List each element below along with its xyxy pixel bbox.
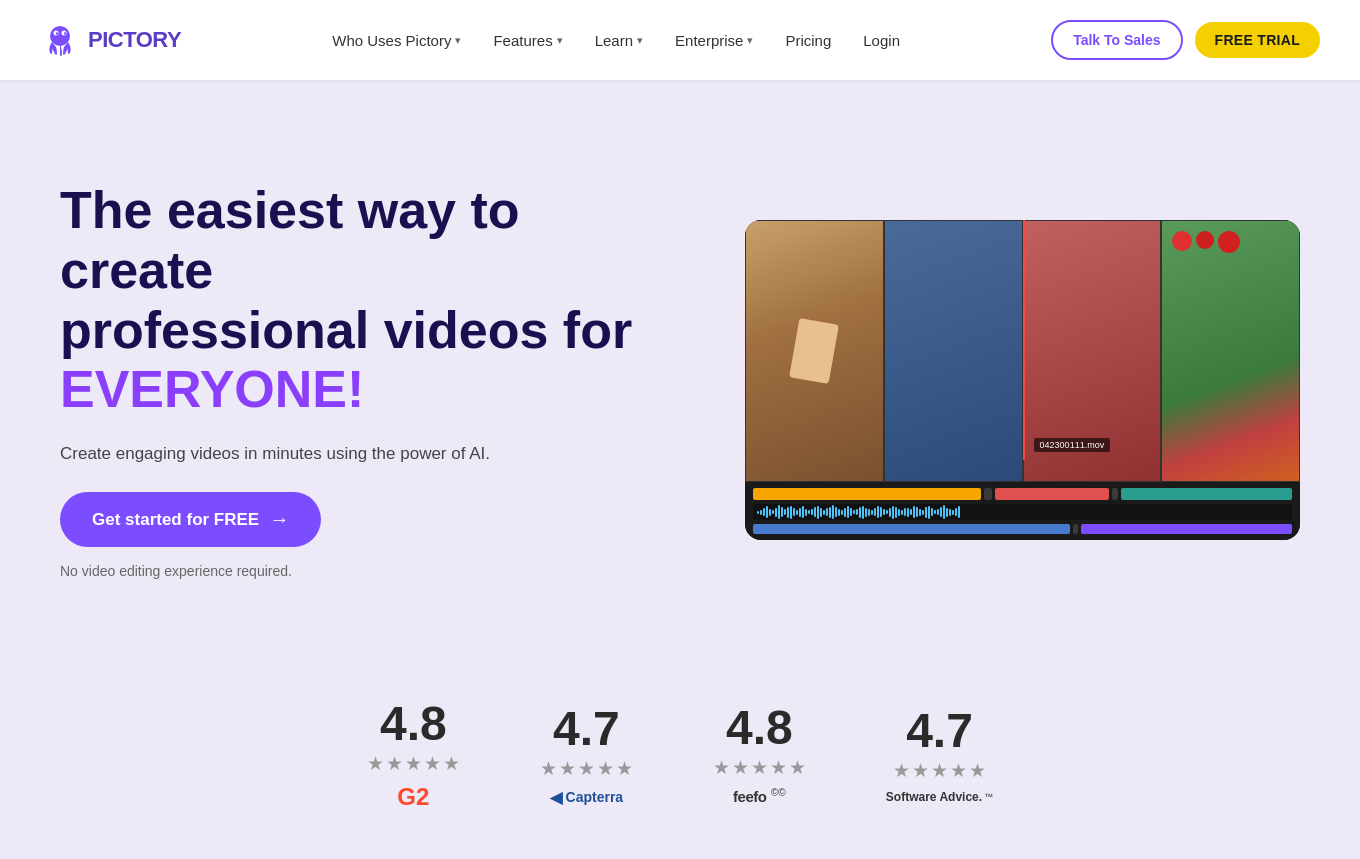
logo[interactable]: PICTORY	[40, 20, 181, 60]
svg-point-4	[64, 32, 66, 34]
svg-point-3	[56, 32, 58, 34]
nav-who-uses[interactable]: Who Uses Pictory ▾	[318, 24, 475, 57]
hero-title: The easiest way to create professional v…	[60, 181, 680, 420]
capterra-logo: ◀ Capterra	[550, 788, 624, 807]
ratings-section: 4.8 ★ ★ ★ ★ ★ G2 4.7 ★ ★ ★ ★ ★ ◀ Capterr…	[0, 660, 1360, 859]
hero-content: The easiest way to create professional v…	[60, 181, 680, 579]
video-editor-sim: // Generate waveform bars inline const b…	[745, 220, 1300, 540]
sa-stars: ★ ★ ★ ★ ★	[893, 759, 986, 782]
nav-learn[interactable]: Learn ▾	[581, 24, 657, 57]
feefo-logo: feefo ©©	[733, 787, 786, 806]
g2-stars: ★ ★ ★ ★ ★	[367, 752, 460, 775]
nav-actions: Talk To Sales FREE TRIAL	[1051, 20, 1320, 60]
capterra-score: 4.7	[553, 705, 620, 753]
rating-feefo: 4.8 ★ ★ ★ ★ ★ feefo ©©	[713, 704, 806, 806]
video-panel-1	[745, 220, 884, 482]
talk-to-sales-button[interactable]: Talk To Sales	[1051, 20, 1182, 60]
nav-pricing[interactable]: Pricing	[771, 24, 845, 57]
rating-software-advice: 4.7 ★ ★ ★ ★ ★ Software Advice. ™	[886, 707, 993, 804]
software-advice-logo: Software Advice. ™	[886, 790, 993, 804]
feefo-stars: ★ ★ ★ ★ ★	[713, 756, 806, 779]
video-panel-4	[1161, 220, 1300, 482]
g2-logo: G2	[397, 783, 429, 811]
logo-icon	[40, 20, 80, 60]
capterra-stars: ★ ★ ★ ★ ★	[540, 757, 633, 780]
nav-enterprise[interactable]: Enterprise ▾	[661, 24, 767, 57]
video-panel-2	[884, 220, 1023, 482]
hero-note: No video editing experience required.	[60, 563, 680, 579]
chevron-down-icon: ▾	[637, 34, 643, 47]
chevron-down-icon: ▾	[455, 34, 461, 47]
free-trial-button[interactable]: FREE TRIAL	[1195, 22, 1320, 58]
rating-capterra: 4.7 ★ ★ ★ ★ ★ ◀ Capterra	[540, 705, 633, 807]
feefo-score: 4.8	[726, 704, 793, 752]
navbar: PICTORY Who Uses Pictory ▾ Features ▾ Le…	[0, 0, 1360, 80]
sa-score: 4.7	[906, 707, 973, 755]
hero-image: // Generate waveform bars inline const b…	[720, 220, 1300, 540]
video-preview: // Generate waveform bars inline const b…	[745, 220, 1300, 540]
chevron-down-icon: ▾	[557, 34, 563, 47]
nav-features[interactable]: Features ▾	[479, 24, 576, 57]
logo-text: PICTORY	[88, 27, 181, 53]
hero-title-accent: EVERYONE!	[60, 360, 364, 418]
rating-g2: 4.8 ★ ★ ★ ★ ★ G2	[367, 700, 460, 811]
chevron-down-icon: ▾	[747, 34, 753, 47]
arrow-icon: →	[269, 508, 289, 531]
svg-point-0	[50, 26, 70, 46]
hero-subtitle: Create engaging videos in minutes using …	[60, 444, 680, 464]
get-started-button[interactable]: Get started for FREE →	[60, 492, 321, 547]
g2-score: 4.8	[380, 700, 447, 748]
hero-section: The easiest way to create professional v…	[0, 80, 1360, 660]
nav-links: Who Uses Pictory ▾ Features ▾ Learn ▾ En…	[318, 24, 914, 57]
nav-login[interactable]: Login	[849, 24, 914, 57]
